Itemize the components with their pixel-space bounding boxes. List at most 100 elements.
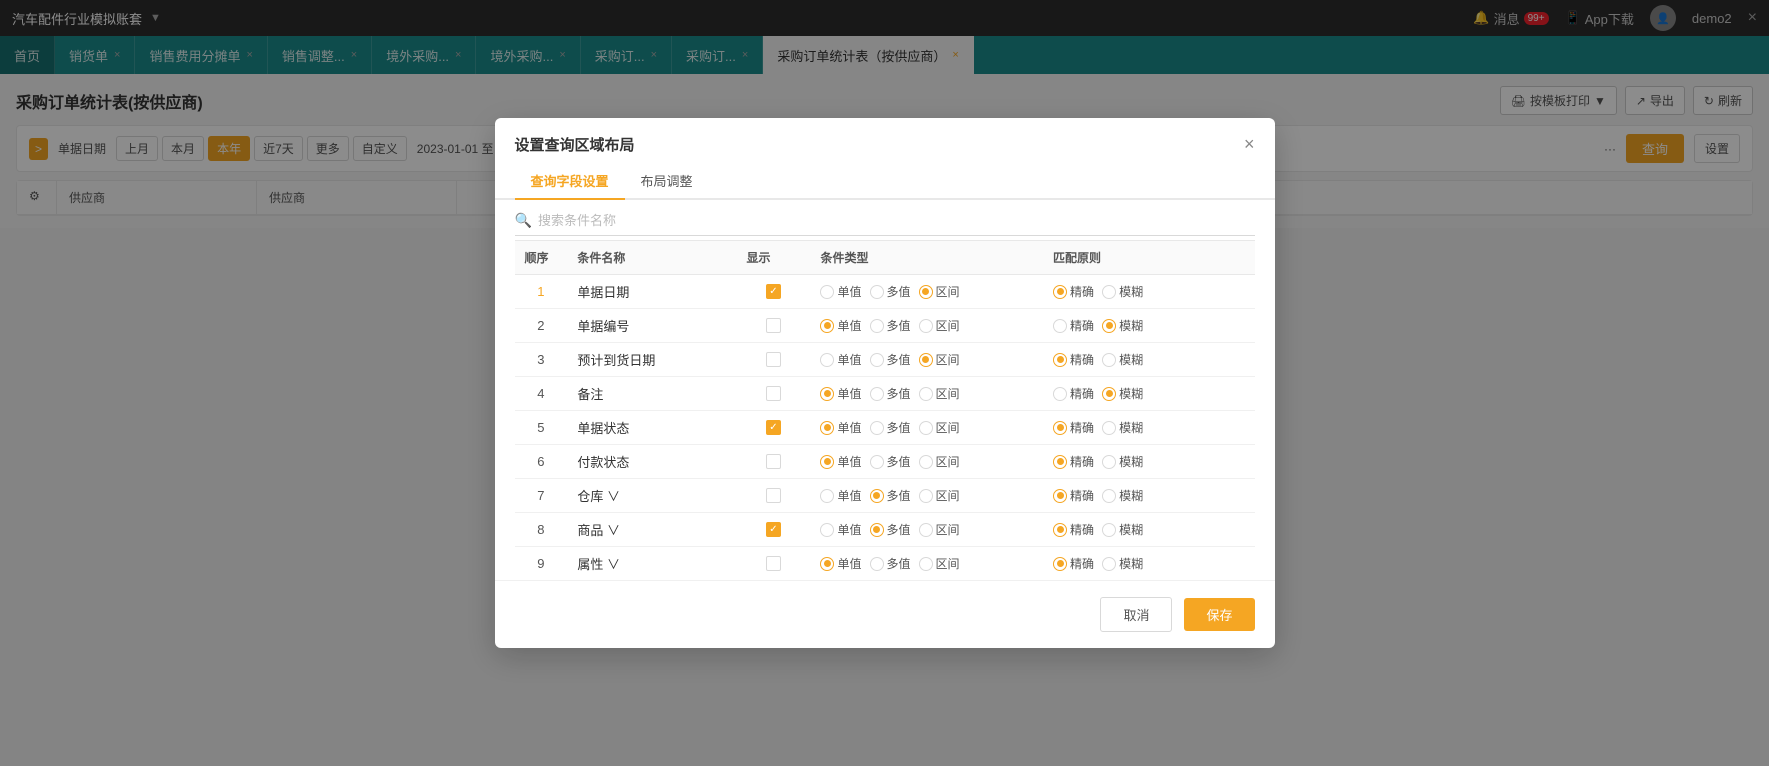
radio-item-type[interactable]: 区间 (919, 385, 960, 402)
radio-item-match[interactable]: 模糊 (1102, 487, 1143, 504)
settings-modal: 设置查询区域布局 × 查询字段设置 布局调整 🔍 顺序 条件名称 (495, 118, 1275, 648)
row-match-radios: 精确模糊 (1043, 411, 1254, 445)
radio-item-match[interactable]: 模糊 (1102, 317, 1143, 334)
radio-item-match[interactable]: 精确 (1053, 419, 1094, 436)
radio-item-type[interactable]: 多值 (870, 487, 911, 504)
radio-item-match[interactable]: 模糊 (1102, 453, 1143, 470)
radio-label: 单值 (837, 487, 861, 504)
checkbox[interactable] (766, 556, 781, 571)
row-display-checkbox[interactable] (736, 377, 810, 411)
row-display-checkbox[interactable] (736, 547, 810, 581)
row-name: 单据状态 (567, 411, 736, 445)
radio-item-match[interactable]: 模糊 (1102, 555, 1143, 572)
row-display-checkbox[interactable] (736, 411, 810, 445)
radio-item-type[interactable]: 区间 (919, 487, 960, 504)
radio-label: 多值 (887, 487, 911, 504)
radio-item-type[interactable]: 多值 (870, 555, 911, 572)
radio-label: 单值 (837, 351, 861, 368)
radio-item-type[interactable]: 单值 (820, 453, 861, 470)
radio-item-match[interactable]: 精确 (1053, 351, 1094, 368)
radio-circle (820, 455, 834, 469)
row-display-checkbox[interactable] (736, 479, 810, 513)
radio-item-type[interactable]: 单值 (820, 555, 861, 572)
save-btn[interactable]: 保存 (1184, 598, 1254, 631)
checkbox[interactable] (766, 318, 781, 333)
radio-item-match[interactable]: 精确 (1053, 453, 1094, 470)
radio-item-type[interactable]: 区间 (919, 419, 960, 436)
checkbox[interactable] (766, 284, 781, 299)
radio-item-type[interactable]: 单值 (820, 521, 861, 538)
radio-item-type[interactable]: 单值 (820, 419, 861, 436)
row-match-radios: 精确模糊 (1043, 547, 1254, 581)
radio-item-type[interactable]: 单值 (820, 351, 861, 368)
row-display-checkbox[interactable] (736, 309, 810, 343)
radio-item-match[interactable]: 精确 (1053, 555, 1094, 572)
radio-item-match[interactable]: 精确 (1053, 317, 1094, 334)
radio-item-type[interactable]: 多值 (870, 453, 911, 470)
modal-search-bar: 🔍 (515, 212, 1255, 236)
radio-label: 区间 (936, 453, 960, 470)
radio-label: 区间 (936, 521, 960, 538)
radio-label: 区间 (936, 487, 960, 504)
radio-item-match[interactable]: 精确 (1053, 385, 1094, 402)
radio-item-type[interactable]: 多值 (870, 521, 911, 538)
radio-circle (870, 489, 884, 503)
checkbox[interactable] (766, 522, 781, 537)
cancel-btn[interactable]: 取消 (1100, 597, 1172, 632)
radio-item-type[interactable]: 多值 (870, 385, 911, 402)
tab-layout-adjust-label: 布局调整 (641, 174, 693, 189)
row-display-checkbox[interactable] (736, 445, 810, 479)
row-match-radios: 精确 模糊 (1043, 309, 1254, 343)
radio-item-match[interactable]: 模糊 (1102, 351, 1143, 368)
checkbox[interactable] (766, 386, 781, 401)
tab-field-settings[interactable]: 查询字段设置 (515, 163, 625, 200)
search-input[interactable] (538, 213, 718, 228)
modal-title: 设置查询区域布局 (515, 134, 635, 155)
radio-label: 单值 (837, 521, 861, 538)
radio-item-type[interactable]: 区间 (919, 283, 960, 300)
radio-item-match[interactable]: 模糊 (1102, 521, 1143, 538)
radio-label: 模糊 (1119, 317, 1143, 334)
th-match: 匹配原则 (1043, 241, 1254, 275)
radio-circle (870, 455, 884, 469)
radio-label: 多值 (887, 317, 911, 334)
radio-item-match[interactable]: 模糊 (1102, 385, 1143, 402)
radio-item-match[interactable]: 精确 (1053, 283, 1094, 300)
checkbox[interactable] (766, 488, 781, 503)
radio-item-type[interactable]: 单值 (820, 487, 861, 504)
row-type-radios: 单值多值区间 (810, 377, 1043, 411)
radio-label: 精确 (1070, 351, 1094, 368)
radio-item-type[interactable]: 单值 (820, 385, 861, 402)
radio-label: 单值 (837, 317, 861, 334)
tab-layout-adjust[interactable]: 布局调整 (625, 163, 709, 200)
checkbox[interactable] (766, 352, 781, 367)
radio-label: 单值 (837, 419, 861, 436)
modal-close-btn[interactable]: × (1244, 134, 1255, 155)
radio-item-type[interactable]: 多值 (870, 317, 911, 334)
radio-item-type[interactable]: 区间 (919, 317, 960, 334)
radio-item-match[interactable]: 模糊 (1102, 283, 1143, 300)
radio-item-type[interactable]: 区间 (919, 351, 960, 368)
radio-item-type[interactable]: 单值 (820, 317, 861, 334)
radio-item-match[interactable]: 模糊 (1102, 419, 1143, 436)
radio-item-type[interactable]: 多值 (870, 419, 911, 436)
radio-item-match[interactable]: 精确 (1053, 487, 1094, 504)
checkbox[interactable] (766, 454, 781, 469)
table-row: 8商品 ∨单值多值区间精确模糊 (515, 513, 1255, 547)
radio-item-type[interactable]: 单值 (820, 283, 861, 300)
row-display-checkbox[interactable] (736, 513, 810, 547)
row-display-checkbox[interactable] (736, 275, 810, 309)
radio-item-match[interactable]: 精确 (1053, 521, 1094, 538)
checkbox[interactable] (766, 420, 781, 435)
radio-label: 多值 (887, 555, 911, 572)
radio-item-type[interactable]: 区间 (919, 555, 960, 572)
row-name: 单据编号 (567, 309, 736, 343)
radio-item-type[interactable]: 多值 (870, 351, 911, 368)
radio-circle (1102, 557, 1116, 571)
radio-item-type[interactable]: 多值 (870, 283, 911, 300)
radio-item-type[interactable]: 区间 (919, 521, 960, 538)
radio-item-type[interactable]: 区间 (919, 453, 960, 470)
row-order: 5 (515, 411, 568, 445)
radio-circle (820, 557, 834, 571)
row-display-checkbox[interactable] (736, 343, 810, 377)
